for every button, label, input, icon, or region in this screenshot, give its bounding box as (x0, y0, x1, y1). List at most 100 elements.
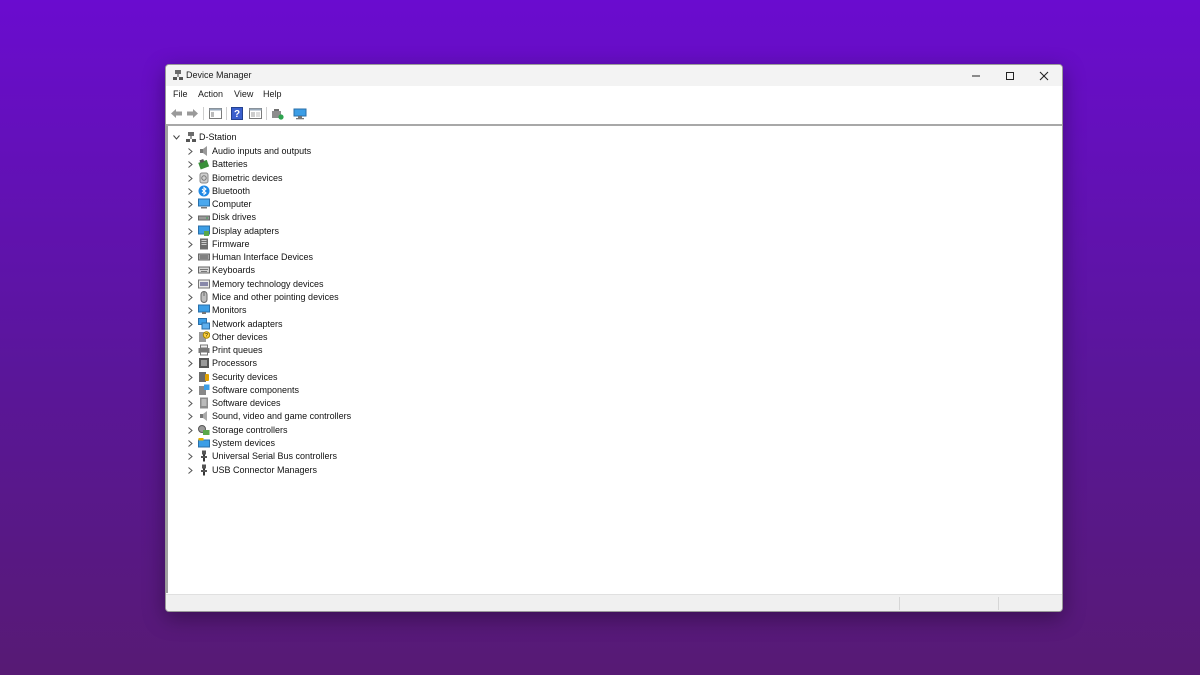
tree-category[interactable]: Biometric devices (186, 172, 406, 185)
tree-category[interactable]: Security devices (186, 371, 406, 384)
memory-icon (198, 279, 210, 289)
status-bar (166, 594, 1062, 611)
computer-icon (198, 198, 210, 209)
minimize-button[interactable] (959, 65, 993, 86)
tree-category[interactable]: Print queues (186, 344, 406, 357)
expand-chevron-icon[interactable] (186, 410, 194, 423)
collapse-chevron-icon[interactable] (172, 131, 180, 144)
tree-category[interactable]: Memory technology devices (186, 278, 406, 291)
expand-chevron-icon[interactable] (186, 198, 194, 211)
toolbar-separator (266, 107, 267, 120)
expand-chevron-icon[interactable] (186, 318, 194, 331)
category-label: Keyboards (212, 265, 256, 276)
tree-category[interactable]: Audio inputs and outputs (186, 145, 406, 158)
expand-chevron-icon[interactable] (186, 331, 194, 344)
expand-chevron-icon[interactable] (186, 437, 194, 450)
menu-help[interactable]: Help (263, 88, 282, 101)
properties-button[interactable] (247, 106, 263, 121)
category-label: Display adapters (212, 225, 280, 236)
toolbar-separator (203, 107, 204, 120)
tree-category[interactable]: ? Other devices (186, 331, 406, 344)
category-label: Disk drives (212, 212, 257, 223)
expand-chevron-icon[interactable] (186, 172, 194, 185)
expand-chevron-icon[interactable] (186, 251, 194, 264)
tree-category[interactable]: Disk drives (186, 211, 406, 224)
tree-category[interactable]: Bluetooth (186, 185, 406, 198)
expand-chevron-icon[interactable] (186, 225, 194, 238)
expand-chevron-icon[interactable] (186, 450, 194, 463)
tree-category[interactable]: Sound, video and game controllers (186, 410, 406, 423)
tree-category[interactable]: Batteries (186, 158, 406, 171)
svg-text:?: ? (234, 109, 240, 120)
tree-category[interactable]: Firmware (186, 238, 406, 251)
forward-button[interactable] (184, 106, 200, 121)
tree-category[interactable]: System devices (186, 437, 406, 450)
category-label: Monitors (212, 305, 247, 316)
expand-chevron-icon[interactable] (186, 158, 194, 171)
tree-category[interactable]: Monitors (186, 304, 406, 317)
tree-category[interactable]: Network adapters (186, 317, 406, 331)
maximize-button[interactable] (993, 65, 1027, 86)
menu-file[interactable]: File (173, 88, 188, 101)
category-label: Biometric devices (212, 172, 283, 183)
scan-hardware-button[interactable] (292, 106, 308, 121)
expand-chevron-icon[interactable] (186, 304, 194, 317)
tree-category[interactable]: Display adapters (186, 225, 406, 238)
processor-icon (199, 358, 209, 369)
expand-chevron-icon[interactable] (186, 357, 194, 370)
expand-chevron-icon[interactable] (186, 397, 194, 410)
expand-chevron-icon[interactable] (186, 145, 194, 158)
other-devices-icon: ? (199, 331, 210, 342)
menu-view[interactable]: View (234, 88, 253, 101)
mouse-icon (200, 291, 208, 303)
usb-icon (201, 450, 207, 462)
tree-category[interactable]: Computer (186, 198, 406, 211)
tree-root[interactable]: D-Station (172, 131, 292, 144)
expand-chevron-icon[interactable] (186, 371, 194, 384)
category-label: Software devices (212, 398, 281, 409)
update-driver-button[interactable] (269, 106, 285, 121)
expand-chevron-icon[interactable] (186, 464, 194, 477)
usb-connector-icon (201, 464, 207, 475)
category-label: USB Connector Managers (212, 464, 318, 475)
expand-chevron-icon[interactable] (186, 424, 194, 437)
category-label: Universal Serial Bus controllers (212, 451, 338, 462)
tree-category[interactable]: Processors (186, 357, 406, 370)
tree-category[interactable]: USB Connector Managers (186, 464, 406, 477)
title-bar[interactable]: Device Manager (166, 65, 1062, 86)
category-label: Print queues (212, 345, 263, 355)
tree-category[interactable]: Keyboards (186, 264, 406, 277)
menu-action[interactable]: Action (198, 88, 223, 101)
back-button[interactable] (168, 106, 184, 121)
show-hide-console-tree-button[interactable] (207, 106, 223, 121)
expand-chevron-icon[interactable] (186, 264, 194, 277)
toolbar-separator (226, 107, 227, 120)
expand-chevron-icon[interactable] (186, 185, 194, 198)
close-icon (1039, 71, 1049, 80)
expand-chevron-icon[interactable] (186, 384, 194, 397)
tree-category[interactable]: Human Interface Devices (186, 251, 406, 264)
category-label: Human Interface Devices (212, 252, 314, 263)
category-label: Batteries (212, 159, 248, 170)
tree-category[interactable]: Software devices (186, 397, 406, 410)
expand-chevron-icon[interactable] (186, 344, 194, 357)
tree-category[interactable]: Software components (186, 384, 406, 397)
category-label: Mice and other pointing devices (212, 292, 339, 302)
category-label: Audio inputs and outputs (212, 146, 312, 156)
expand-chevron-icon[interactable] (186, 238, 194, 251)
hid-icon (198, 253, 210, 261)
expand-chevron-icon[interactable] (186, 278, 194, 291)
update-driver-icon (271, 108, 284, 120)
tree-category[interactable]: Storage controllers (186, 424, 406, 437)
display-adapter-icon (198, 225, 210, 236)
close-button[interactable] (1027, 65, 1061, 86)
category-label: Network adapters (212, 318, 283, 329)
sound-controller-icon (200, 411, 207, 422)
network-adapter-icon (198, 317, 210, 329)
expand-chevron-icon[interactable] (186, 291, 194, 304)
arrow-left-icon (170, 109, 182, 118)
tree-category[interactable]: Mice and other pointing devices (186, 291, 406, 304)
expand-chevron-icon[interactable] (186, 211, 194, 224)
tree-category[interactable]: Universal Serial Bus controllers (186, 450, 406, 463)
help-button[interactable]: ? (229, 106, 245, 121)
